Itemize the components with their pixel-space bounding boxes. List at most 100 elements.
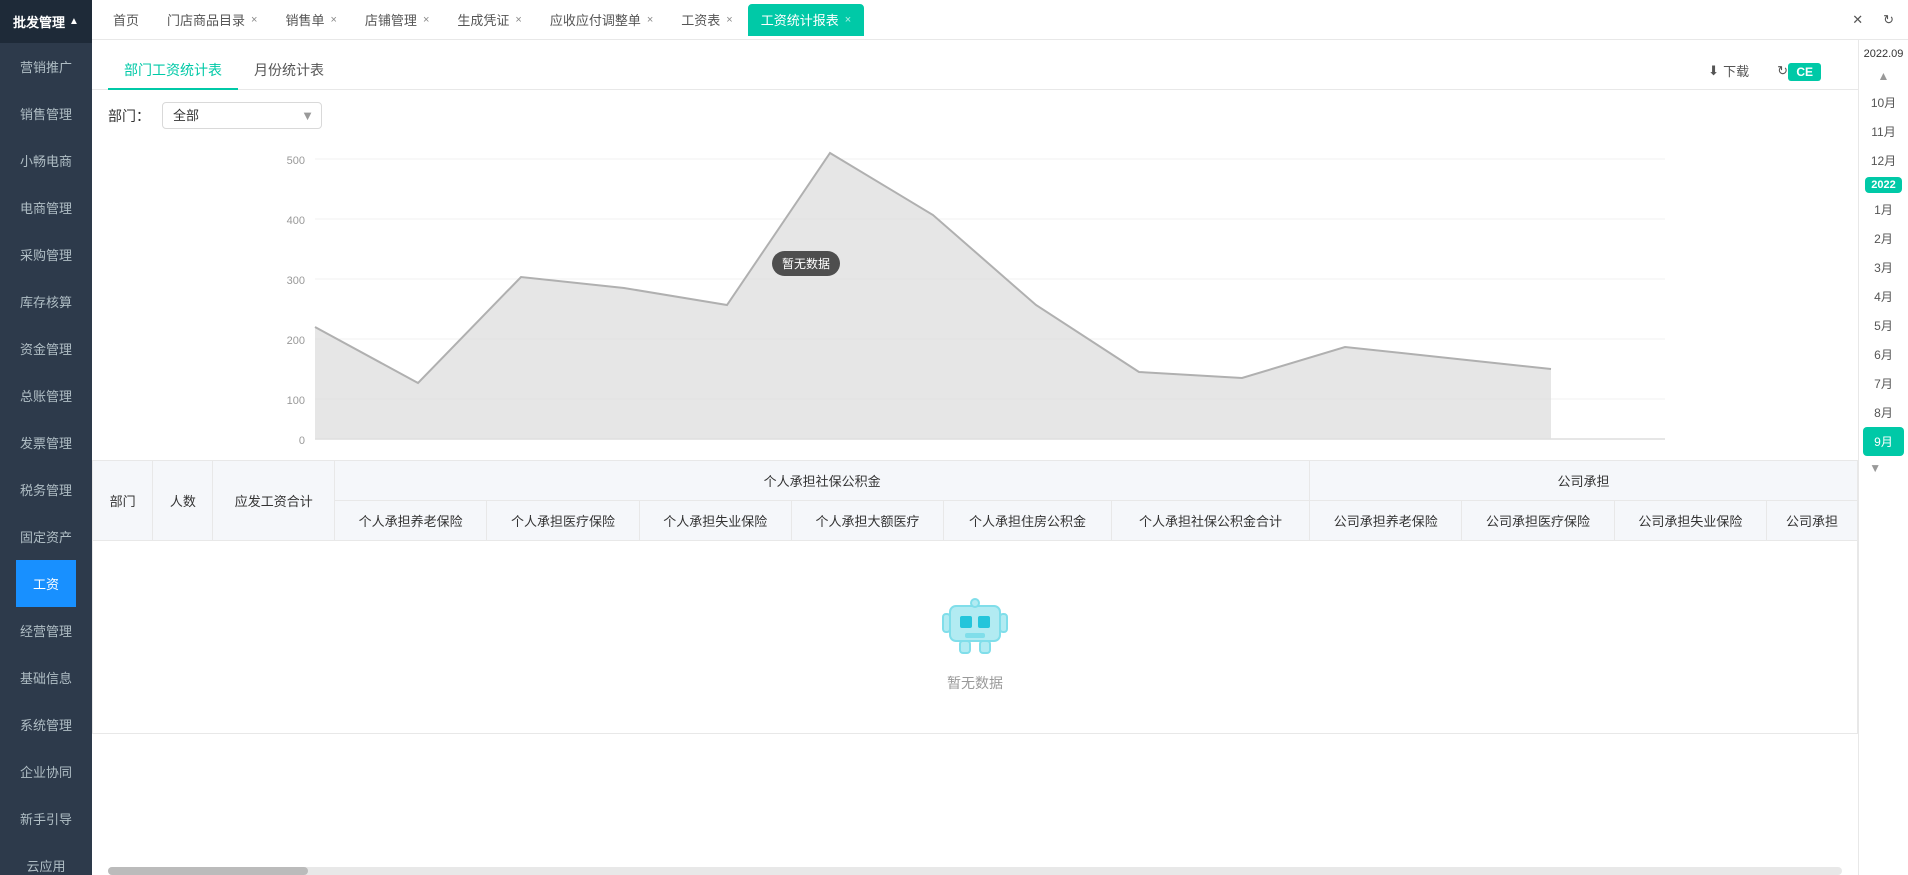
main-area: 首页门店商品目录×销售单×店铺管理×生成凭证×应收应付调整单×工资表×工资统计报… (92, 0, 1908, 875)
tab-首页[interactable]: 首页 (100, 4, 152, 36)
col-company-unemployment: 公司承担失业保险 (1614, 501, 1766, 541)
line-chart: 500 400 300 200 100 0 (108, 149, 1842, 449)
tab-close-btn[interactable]: × (423, 14, 429, 26)
tab-label: 店铺管理 (365, 10, 417, 29)
month-item-4月[interactable]: 4月 (1863, 282, 1903, 311)
year-2022-label[interactable]: 2022 (1865, 177, 1901, 193)
tab-应收应付调整单[interactable]: 应收应付调整单 × (537, 4, 666, 36)
table-scrollbar[interactable] (108, 867, 1842, 875)
sidebar-item-总账管理[interactable]: 总账管理 (16, 372, 76, 419)
month-item-6月[interactable]: 6月 (1863, 340, 1903, 369)
month-item-12月[interactable]: 12月 (1863, 146, 1903, 175)
dept-select[interactable]: 全部 (162, 102, 322, 129)
month-item-10月[interactable]: 10月 (1863, 88, 1903, 117)
tab-门店商品目录[interactable]: 门店商品目录 × (154, 4, 270, 36)
sidebar-item-发票管理[interactable]: 发票管理 (16, 419, 76, 466)
month-item-8月[interactable]: 8月 (1863, 398, 1903, 427)
month-item-9月[interactable]: 9月 (1863, 427, 1903, 456)
month-item-7月[interactable]: 7月 (1863, 369, 1903, 398)
col-personal-unemployment: 个人承担失业保险 (639, 501, 791, 541)
sidebar-item-小畅电商[interactable]: 小畅电商 (16, 137, 76, 184)
svg-text:200: 200 (287, 335, 305, 347)
table-container[interactable]: 部门 人数 应发工资合计 个人承担社保公积金 公司承担 个人承担养老保险 个人承… (92, 460, 1858, 867)
data-table: 部门 人数 应发工资合计 个人承担社保公积金 公司承担 个人承担养老保险 个人承… (92, 460, 1858, 734)
sidebar-item-营销推广[interactable]: 营销推广 (16, 43, 76, 90)
sub-tab-部门工资统计表[interactable]: 部门工资统计表 (108, 52, 238, 90)
tab-label: 工资表 (681, 10, 720, 29)
tab-label: 门店商品目录 (167, 10, 245, 29)
col-personal-pension: 个人承担养老保险 (335, 501, 487, 541)
sidebar-item-资金管理[interactable]: 资金管理 (16, 325, 76, 372)
tab-销售单[interactable]: 销售单 × (272, 4, 349, 36)
sidebar-title: 批发管理 (13, 12, 65, 31)
month-item-11月[interactable]: 11月 (1863, 117, 1903, 146)
sub-tabs: 部门工资统计表月份统计表 ⬇ 下载 ↻ 刷新 (92, 40, 1858, 90)
col-company-pension: 公司承担养老保险 (1310, 501, 1462, 541)
col-company-other: 公司承担 (1766, 501, 1857, 541)
tab-工资统计报表[interactable]: 工资统计报表× (748, 4, 864, 36)
table-scrollbar-thumb[interactable] (108, 867, 308, 875)
tab-close-btn[interactable]: × (330, 14, 336, 26)
sub-tab-月份统计表[interactable]: 月份统计表 (238, 52, 340, 90)
month-item-1月[interactable]: 1月 (1863, 195, 1903, 224)
refresh-icon: ↻ (1777, 63, 1788, 79)
sidebar-item-新手引导[interactable]: 新手引导 (16, 795, 76, 842)
year-2022: 2022 (1863, 175, 1903, 195)
dept-label: 部门： (108, 106, 150, 126)
sidebar-item-电商管理[interactable]: 电商管理 (16, 184, 76, 231)
sidebar-item-企业协同[interactable]: 企业协同 (16, 748, 76, 795)
dept-select-wrapper: 全部 ▼ (162, 102, 322, 129)
download-label: 下载 (1723, 61, 1749, 80)
tab-close-btn[interactable]: × (845, 14, 851, 26)
sidebar-item-系统管理[interactable]: 系统管理 (16, 701, 76, 748)
tab-生成凭证[interactable]: 生成凭证 × (444, 4, 534, 36)
date-panel-up-arrow[interactable]: ▲ (1872, 64, 1896, 88)
download-button[interactable]: ⬇ 下载 (1700, 57, 1757, 84)
right-date-panel: 2022.09 ▲ 10月11月12月 2022 1月2月3月4月5月6月7月8月9… (1858, 40, 1908, 875)
col-group-personal: 个人承担社保公积金 (335, 461, 1310, 501)
tab-label: 销售单 (285, 10, 324, 29)
sidebar-item-采购管理[interactable]: 采购管理 (16, 231, 76, 278)
sidebar-item-税务管理[interactable]: 税务管理 (16, 466, 76, 513)
tab-工资表[interactable]: 工资表 × (668, 4, 745, 36)
tab-close-btn[interactable]: × (726, 14, 732, 26)
tab-label: 应收应付调整单 (550, 10, 641, 29)
sidebar: 批发管理 ▲ 营销推广销售管理小畅电商电商管理采购管理库存核算资金管理总账管理发… (0, 0, 92, 875)
tab-close-btn[interactable]: × (251, 14, 257, 26)
sidebar-item-销售管理[interactable]: 销售管理 (16, 90, 76, 137)
sidebar-item-固定资产[interactable]: 固定资产 (16, 513, 76, 560)
month-item-3月[interactable]: 3月 (1863, 253, 1903, 282)
sidebar-item-库存核算[interactable]: 库存核算 (16, 278, 76, 325)
date-panel-down-arrow[interactable]: ▼ (1863, 456, 1887, 480)
refresh-tabs-button[interactable]: ↻ (1877, 8, 1900, 32)
svg-text:300: 300 (287, 275, 305, 287)
col-group-company: 公司承担 (1310, 461, 1858, 501)
svg-text:400: 400 (287, 215, 305, 227)
page-toolbar: 部门： 全部 ▼ (92, 90, 1858, 141)
month-item-2月[interactable]: 2月 (1863, 224, 1903, 253)
tab-label: 生成凭证 (457, 10, 509, 29)
col-personal-extra-medical: 个人承担大额医疗 (791, 501, 943, 541)
tabs-bar: 首页门店商品目录×销售单×店铺管理×生成凭证×应收应付调整单×工资表×工资统计报… (92, 0, 1908, 40)
sidebar-item-工资[interactable]: 工资 (16, 560, 76, 607)
empty-state: 暂无数据 (93, 541, 1857, 733)
chart-area-fill (315, 153, 1551, 439)
close-all-tabs-button[interactable]: ✕ (1846, 8, 1869, 32)
sidebar-header[interactable]: 批发管理 ▲ (0, 0, 92, 43)
sidebar-item-基础信息[interactable]: 基础信息 (16, 654, 76, 701)
date-panel-header[interactable]: 2022.09 (1862, 44, 1906, 64)
tab-close-btn[interactable]: × (647, 14, 653, 26)
tab-close-btn[interactable]: × (515, 14, 521, 26)
col-header-total-wage: 应发工资合计 (213, 461, 335, 541)
col-personal-subtotal: 个人承担社保公积金合计 (1111, 501, 1309, 541)
month-item-5月[interactable]: 5月 (1863, 311, 1903, 340)
tab-店铺管理[interactable]: 店铺管理 × (352, 4, 442, 36)
svg-text:100: 100 (287, 395, 305, 407)
sidebar-item-经营管理[interactable]: 经营管理 (16, 607, 76, 654)
tab-label: 首页 (113, 10, 139, 29)
chart-area: 500 400 300 200 100 0 (92, 141, 1858, 460)
page-content: 部门工资统计表月份统计表 ⬇ 下载 ↻ 刷新 部门： (92, 40, 1858, 875)
empty-text: 暂无数据 (947, 673, 1003, 693)
sidebar-item-云应用[interactable]: 云应用 (16, 842, 76, 875)
content-area: 部门工资统计表月份统计表 ⬇ 下载 ↻ 刷新 部门： (92, 40, 1908, 875)
